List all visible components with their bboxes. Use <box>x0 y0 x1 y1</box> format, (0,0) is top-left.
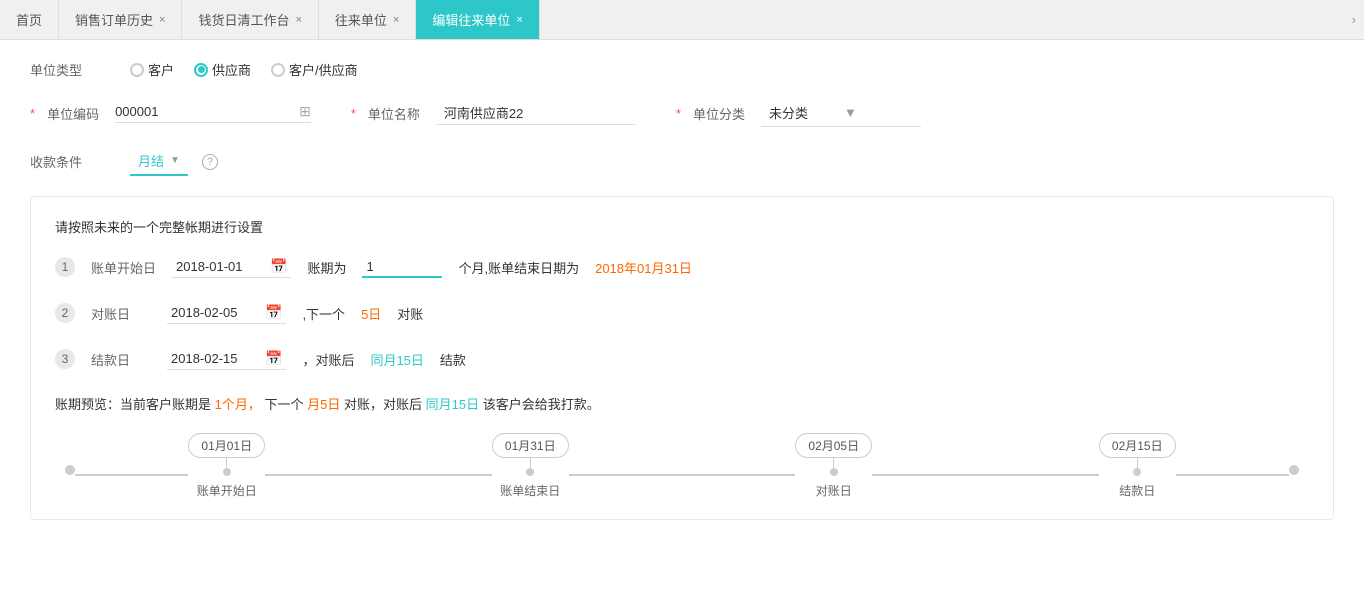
preview-reconcile-day: 月5日 <box>307 397 340 412</box>
timeline-label-2: 账单结束日 <box>500 482 560 499</box>
unit-name-input[interactable] <box>436 101 636 125</box>
payment-day-highlight: 同月15日 <box>370 350 423 369</box>
start-date-input[interactable] <box>176 259 266 274</box>
unit-category-label: 单位分类 <box>693 104 745 123</box>
period-input[interactable] <box>362 257 442 278</box>
unit-type-row: 单位类型 客户 供应商 客户/供应商 <box>30 60 1334 79</box>
setting-row-2: 2 对账日 📅 ,下一个 5日 对账 <box>55 302 1309 324</box>
unit-type-label: 单位类型 <box>30 60 82 79</box>
start-date-calendar-icon[interactable]: 📅 <box>270 258 287 275</box>
row-label-2: 对账日 <box>91 304 151 323</box>
unit-name-group: * 单位名称 <box>351 101 636 125</box>
timeline-label-4: 结款日 <box>1119 482 1155 499</box>
payment-chevron-icon: ▼ <box>170 155 180 166</box>
close-tab-sales-history[interactable]: × <box>159 14 165 26</box>
reconcile-date-calendar-icon[interactable]: 📅 <box>265 304 282 321</box>
section-title: 请按照未来的一个完整帐期进行设置 <box>55 217 1309 236</box>
row-num-1: 1 <box>55 257 75 277</box>
unit-code-input-wrapper[interactable]: ⊞ <box>115 103 311 123</box>
timeline-left-dot <box>65 465 75 475</box>
main-content: 单位类型 客户 供应商 客户/供应商 * 单位编码 ⊞ <box>0 40 1364 608</box>
tab-sales-history[interactable]: 销售订单历史 × <box>59 0 182 39</box>
row-label-1: 账单开始日 <box>91 258 156 277</box>
preview-payment-day: 同月15日 <box>426 397 479 412</box>
tab-scroll-right[interactable]: › <box>1344 0 1364 39</box>
row-label-3: 结款日 <box>91 350 151 369</box>
payment-label: 收款条件 <box>30 152 82 171</box>
settings-section: 请按照未来的一个完整帐期进行设置 1 账单开始日 📅 账期为 个月,账单结束日期… <box>30 196 1334 520</box>
timeline-node-1: 01月01日 账单开始日 <box>188 433 265 499</box>
payment-select-group: 月结 ▼ ? <box>130 147 218 176</box>
close-tab-edit-partner[interactable]: × <box>516 14 522 26</box>
radio-supplier-circle <box>194 63 208 77</box>
radio-both-circle <box>271 63 285 77</box>
unit-code-input[interactable] <box>115 104 295 119</box>
category-chevron-icon: ▼ <box>844 105 913 120</box>
tab-cash-work[interactable]: 钱货日清工作台 × <box>182 0 318 39</box>
start-date-input-group[interactable]: 📅 <box>172 256 291 278</box>
timeline-right-end <box>1289 447 1299 475</box>
preview-period: 1个月， <box>215 397 261 412</box>
unit-code-group: * 单位编码 ⊞ <box>30 103 311 123</box>
payment-date-calendar-icon[interactable]: 📅 <box>265 350 282 367</box>
timeline-badge-4: 02月15日 <box>1099 433 1176 458</box>
unit-code-label: 单位编码 <box>47 104 99 123</box>
timeline-node-3: 02月05日 对账日 <box>795 433 872 499</box>
close-tab-partner-units[interactable]: × <box>393 14 399 26</box>
tab-bar: 首页 销售订单历史 × 钱货日清工作台 × 往来单位 × 编辑往来单位 × › <box>0 0 1364 40</box>
copy-icon[interactable]: ⊞ <box>299 103 311 120</box>
setting-row-1: 1 账单开始日 📅 账期为 个月,账单结束日期为 2018年01月31日 <box>55 256 1309 278</box>
timeline-badge-1: 01月01日 <box>188 433 265 458</box>
setting-row-3: 3 结款日 📅 ，对账后 同月15日 结款 <box>55 348 1309 370</box>
unit-type-radio-group: 客户 供应商 客户/供应商 <box>130 60 358 79</box>
reconcile-date-input-group[interactable]: 📅 <box>167 302 286 324</box>
payment-value: 月结 <box>138 151 164 170</box>
unit-category-group: * 单位分类 未分类 ▼ <box>676 99 921 127</box>
payment-row: 收款条件 月结 ▼ ? <box>30 147 1334 176</box>
radio-both[interactable]: 客户/供应商 <box>271 60 358 79</box>
preview-text: 账期预览：当前客户账期是 1个月， 下一个 月5日 对账，对账后 同月15日 该… <box>55 394 1309 413</box>
payment-date-input-group[interactable]: 📅 <box>167 348 286 370</box>
payment-select[interactable]: 月结 ▼ <box>130 147 188 176</box>
tab-partner-units[interactable]: 往来单位 × <box>319 0 416 39</box>
timeline-label-1: 账单开始日 <box>197 482 257 499</box>
timeline-left-end <box>65 447 75 475</box>
radio-customer[interactable]: 客户 <box>130 60 174 79</box>
timeline-node-4: 02月15日 结款日 <box>1099 433 1176 499</box>
row-num-3: 3 <box>55 349 75 369</box>
timeline-node-2: 01月31日 账单结束日 <box>492 433 569 499</box>
timeline-label-3: 对账日 <box>816 482 852 499</box>
timeline-right-dot <box>1289 465 1299 475</box>
close-tab-cash-work[interactable]: × <box>295 14 301 26</box>
period-end-date: 2018年01月31日 <box>595 258 692 277</box>
timeline-badge-2: 01月31日 <box>492 433 569 458</box>
unit-category-select[interactable]: 未分类 ▼ <box>761 99 921 127</box>
tab-home[interactable]: 首页 <box>0 0 59 39</box>
payment-date-input[interactable] <box>171 351 261 366</box>
unit-info-row: * 单位编码 ⊞ * 单位名称 * 单位分类 未分类 ▼ <box>30 99 1334 127</box>
timeline-container: 01月01日 账单开始日 01月31日 账单结束日 02月05日 <box>55 433 1309 499</box>
tab-edit-partner[interactable]: 编辑往来单位 × <box>416 0 539 39</box>
row-num-2: 2 <box>55 303 75 323</box>
help-icon[interactable]: ? <box>202 154 218 170</box>
radio-customer-circle <box>130 63 144 77</box>
reconcile-day-highlight: 5日 <box>361 304 381 323</box>
timeline-badge-3: 02月05日 <box>795 433 872 458</box>
reconcile-date-input[interactable] <box>171 305 261 320</box>
radio-supplier[interactable]: 供应商 <box>194 60 251 79</box>
unit-name-label: 单位名称 <box>368 104 420 123</box>
